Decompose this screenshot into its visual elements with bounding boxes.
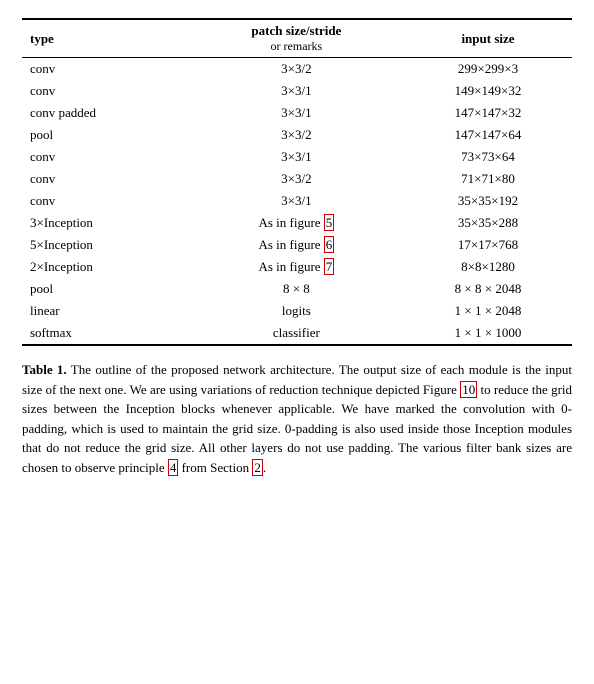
table-row: softmaxclassifier1 × 1 × 1000 (22, 322, 572, 345)
cell-input: 299×299×3 (404, 58, 572, 81)
cell-type: pool (22, 278, 189, 300)
cell-patch: 8 × 8 (189, 278, 404, 300)
cell-patch: 3×3/2 (189, 58, 404, 81)
cell-input: 147×147×64 (404, 124, 572, 146)
table-row: pool8 × 88 × 8 × 2048 (22, 278, 572, 300)
cell-type: pool (22, 124, 189, 146)
cell-type: 5×Inception (22, 234, 189, 256)
table-row: conv3×3/2299×299×3 (22, 58, 572, 81)
table-header-row: type patch size/stride or remarks input … (22, 19, 572, 58)
table-row: linearlogits1 × 1 × 2048 (22, 300, 572, 322)
cell-type: 2×Inception (22, 256, 189, 278)
cell-input: 1 × 1 × 1000 (404, 322, 572, 345)
cell-patch: 3×3/1 (189, 80, 404, 102)
table-row: conv3×3/173×73×64 (22, 146, 572, 168)
cell-patch: 3×3/1 (189, 146, 404, 168)
cell-patch: 3×3/2 (189, 124, 404, 146)
cell-type: conv (22, 168, 189, 190)
figure-link-7[interactable]: 7 (324, 258, 335, 275)
table-row: 2×InceptionAs in figure 78×8×1280 (22, 256, 572, 278)
caption-link-4[interactable]: 4 (168, 459, 179, 476)
cell-patch: As in figure 7 (189, 256, 404, 278)
cell-type: conv padded (22, 102, 189, 124)
cell-input: 8×8×1280 (404, 256, 572, 278)
figure-link-5[interactable]: 5 (324, 214, 335, 231)
architecture-table: type patch size/stride or remarks input … (22, 18, 572, 346)
table-row: conv3×3/1149×149×32 (22, 80, 572, 102)
cell-patch: 3×3/1 (189, 102, 404, 124)
cell-type: conv (22, 80, 189, 102)
table-row: 3×InceptionAs in figure 535×35×288 (22, 212, 572, 234)
caption-link-2[interactable]: 2 (252, 459, 263, 476)
cell-input: 35×35×192 (404, 190, 572, 212)
cell-patch: 3×3/2 (189, 168, 404, 190)
cell-input: 8 × 8 × 2048 (404, 278, 572, 300)
caption-label: Table 1. (22, 362, 67, 377)
cell-input: 71×71×80 (404, 168, 572, 190)
table-row: conv padded3×3/1147×147×32 (22, 102, 572, 124)
cell-patch: logits (189, 300, 404, 322)
col-header-patch: patch size/stride or remarks (189, 19, 404, 58)
cell-input: 149×149×32 (404, 80, 572, 102)
table-caption: Table 1. The outline of the proposed net… (22, 360, 572, 477)
cell-patch: classifier (189, 322, 404, 345)
cell-patch: As in figure 5 (189, 212, 404, 234)
architecture-table-wrapper: type patch size/stride or remarks input … (22, 18, 572, 346)
table-row: pool3×3/2147×147×64 (22, 124, 572, 146)
figure-link-6[interactable]: 6 (324, 236, 335, 253)
cell-input: 1 × 1 × 2048 (404, 300, 572, 322)
cell-type: 3×Inception (22, 212, 189, 234)
cell-type: conv (22, 190, 189, 212)
cell-type: conv (22, 58, 189, 81)
caption-link-10[interactable]: 10 (460, 381, 477, 398)
col-header-input: input size (404, 19, 572, 58)
table-row: 5×InceptionAs in figure 617×17×768 (22, 234, 572, 256)
cell-type: conv (22, 146, 189, 168)
cell-input: 35×35×288 (404, 212, 572, 234)
cell-input: 147×147×32 (404, 102, 572, 124)
cell-type: softmax (22, 322, 189, 345)
cell-type: linear (22, 300, 189, 322)
col-header-type: type (22, 19, 189, 58)
cell-patch: As in figure 6 (189, 234, 404, 256)
table-row: conv3×3/271×71×80 (22, 168, 572, 190)
cell-patch: 3×3/1 (189, 190, 404, 212)
table-row: conv3×3/135×35×192 (22, 190, 572, 212)
cell-input: 73×73×64 (404, 146, 572, 168)
cell-input: 17×17×768 (404, 234, 572, 256)
